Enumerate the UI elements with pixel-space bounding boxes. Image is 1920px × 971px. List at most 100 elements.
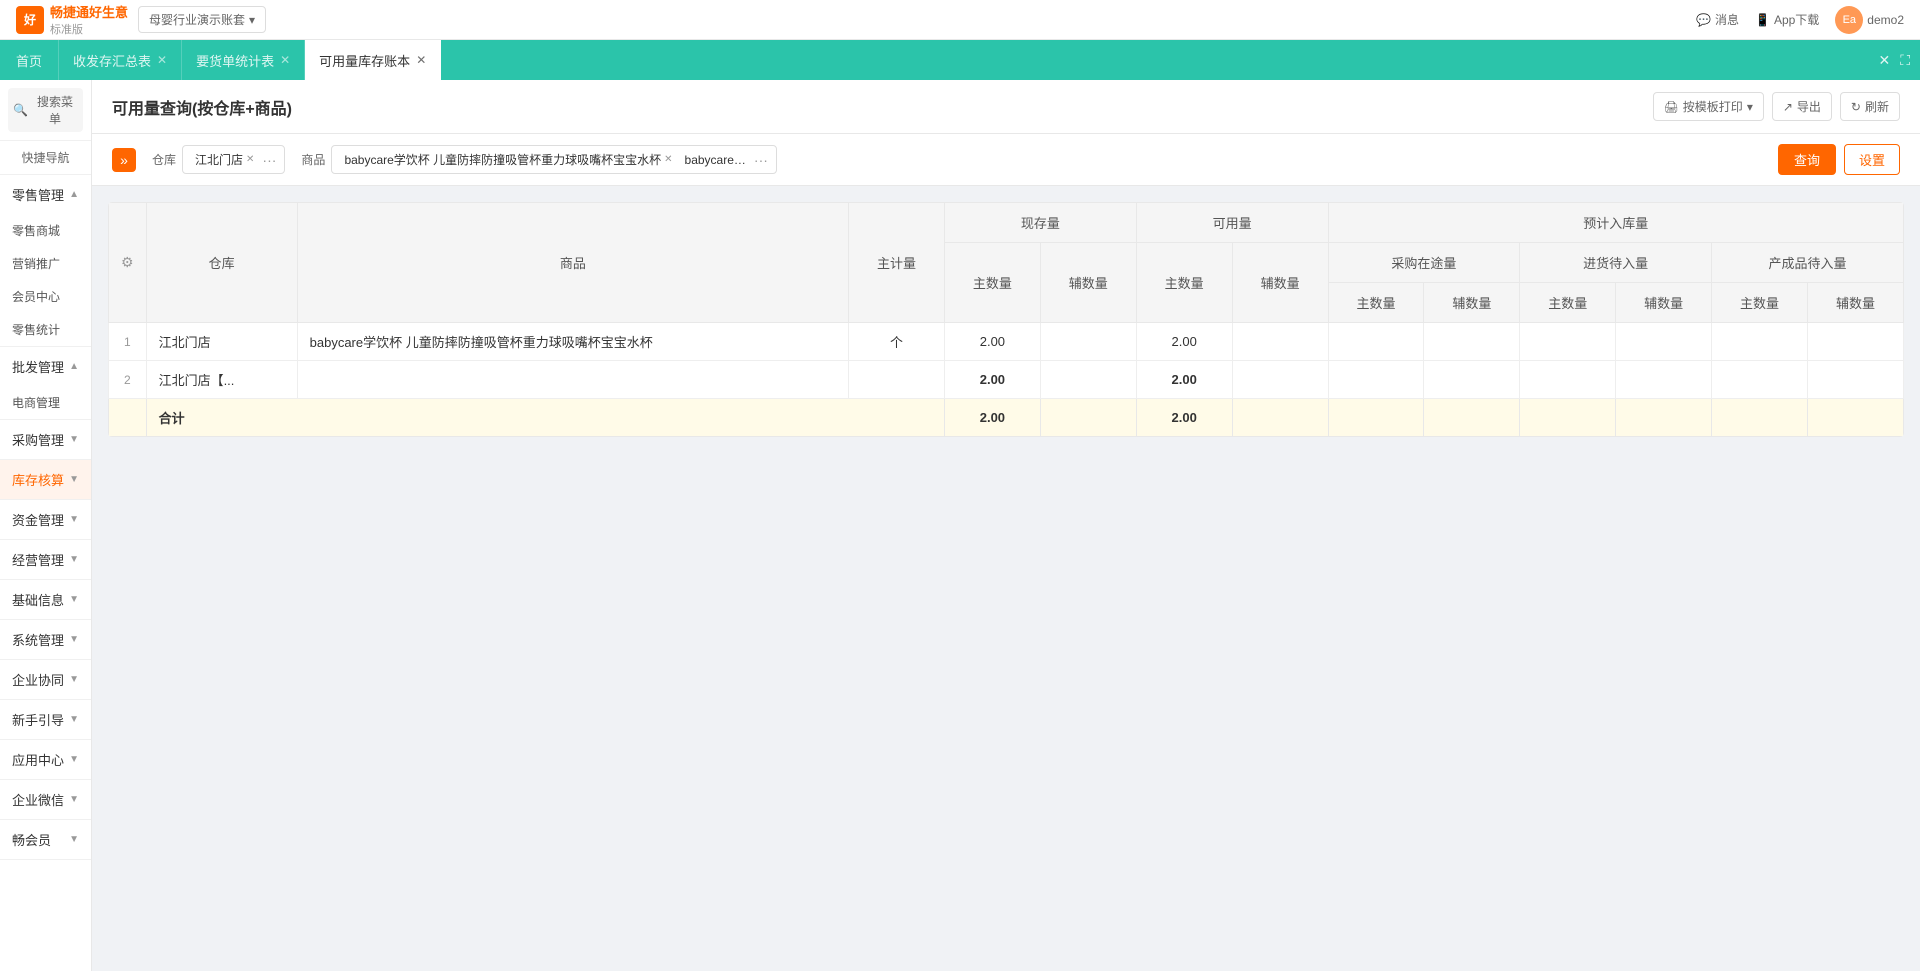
user-label: demo2 — [1867, 13, 1904, 27]
column-settings-icon[interactable]: ⚙ — [121, 254, 134, 270]
expand-window-btn[interactable]: ⛶ — [1900, 52, 1910, 69]
refresh-icon: ↻ — [1851, 100, 1861, 114]
chevron-member-icon: ▼ — [69, 834, 79, 845]
warehouse-filter-input[interactable]: 江北门店 ✕ ··· — [182, 145, 285, 174]
filter-row: » 仓库 江北门店 ✕ ··· 商品 babycare学饮杯 儿童防摔防撞吸管杯… — [92, 134, 1920, 186]
tab-home[interactable]: 首页 — [0, 40, 59, 80]
summary-purchase-aux — [1424, 399, 1520, 437]
sidebar-section-wholesale-header[interactable]: 批发管理 ▲ — [0, 347, 91, 386]
content-area: 可用量查询(按仓库+商品) 🖨 按模板打印 ▾ ↗ 导出 ↻ 刷新 — [92, 80, 1920, 971]
row-finished-main-2 — [1712, 361, 1808, 399]
logo-icon: 好 — [16, 6, 44, 34]
summary-row: 合计 2.00 2.00 — [109, 399, 1904, 437]
tab-receipts-close[interactable]: ✕ — [157, 53, 167, 67]
sidebar-section-wechat-header[interactable]: 企业微信 ▼ — [0, 780, 91, 819]
sidebar-item-marketing[interactable]: 营销推广 — [0, 247, 91, 280]
sidebar-section-operations-header[interactable]: 经营管理 ▼ — [0, 540, 91, 579]
warehouse-filter-label: 仓库 — [152, 151, 176, 168]
close-window-btn[interactable]: ✕ — [1878, 52, 1890, 69]
warehouse-tag-value: 江北门店 — [195, 151, 243, 168]
sidebar-section-purchase-header[interactable]: 采购管理 ▼ — [0, 420, 91, 459]
tab-home-label: 首页 — [16, 51, 42, 70]
filter-expand-btn[interactable]: » — [112, 148, 136, 172]
th-warehouse: 仓库 — [146, 203, 297, 323]
industry-selector[interactable]: 母婴行业演示账套 ▾ — [138, 6, 266, 33]
th-finished-aux: 辅数量 — [1807, 283, 1903, 323]
search-menu-label: 搜索菜单 — [32, 93, 78, 127]
row-available-aux-1 — [1232, 323, 1328, 361]
sidebar-section-inventory: 库存核算 ▼ — [0, 460, 91, 500]
row-purchase-aux-1 — [1424, 323, 1520, 361]
print-template-btn[interactable]: 🖨 按模板打印 ▾ — [1653, 92, 1764, 121]
summary-spacer-1 — [109, 399, 147, 437]
chevron-down-icon: ▾ — [249, 13, 255, 27]
row-purchase-main-1 — [1328, 323, 1424, 361]
chevron-system-icon: ▼ — [69, 634, 79, 645]
user-action[interactable]: Ea demo2 — [1835, 6, 1904, 34]
product-tag-1-close[interactable]: ✕ — [664, 154, 672, 165]
warehouse-more-icon[interactable]: ··· — [262, 152, 276, 168]
sidebar-section-enterprise: 企业协同 ▼ — [0, 660, 91, 700]
tab-available-stock-close[interactable]: ✕ — [416, 53, 426, 67]
sidebar-section-member-header[interactable]: 畅会员 ▼ — [0, 820, 91, 859]
quick-nav-btn[interactable]: 快捷导航 — [0, 141, 91, 175]
query-btn[interactable]: 查询 — [1778, 144, 1836, 175]
sidebar-item-retail-stats[interactable]: 零售统计 — [0, 313, 91, 346]
th-incoming-main: 主数量 — [1520, 283, 1616, 323]
page-actions: 🖨 按模板打印 ▾ ↗ 导出 ↻ 刷新 — [1653, 92, 1900, 121]
sidebar-section-inventory-header[interactable]: 库存核算 ▼ — [0, 460, 91, 499]
sidebar-apps-label: 应用中心 — [12, 750, 64, 769]
chevron-retail-icon: ▲ — [69, 189, 79, 200]
sidebar-item-members[interactable]: 会员中心 — [0, 280, 91, 313]
sidebar-item-ecommerce[interactable]: 电商管理 — [0, 386, 91, 419]
tab-order-stats-label: 要货单统计表 — [196, 51, 274, 70]
th-main-unit: 主计量 — [849, 203, 945, 323]
sidebar-item-retail-mall[interactable]: 零售商城 — [0, 214, 91, 247]
tab-available-stock[interactable]: 可用量库存账本 ✕ — [305, 40, 441, 80]
page-title: 可用量查询(按仓库+商品) — [112, 95, 292, 119]
sidebar-section-enterprise-header[interactable]: 企业协同 ▼ — [0, 660, 91, 699]
th-available-aux: 辅数量 — [1232, 243, 1328, 323]
product-more-icon[interactable]: ··· — [754, 152, 768, 168]
row-available-main-2: 2.00 — [1136, 361, 1232, 399]
export-btn[interactable]: ↗ 导出 — [1772, 92, 1832, 121]
nav-tabs: 首页 收发存汇总表 ✕ 要货单统计表 ✕ 可用量库存账本 ✕ ✕ ⛶ — [0, 40, 1920, 80]
tab-order-stats[interactable]: 要货单统计表 ✕ — [182, 40, 305, 80]
search-menu-btn[interactable]: 🔍 搜索菜单 — [8, 88, 83, 132]
product-filter-input[interactable]: babycare学饮杯 儿童防摔防撞吸管杯重力球吸嘴杯宝宝水杯 ✕ babyca… — [331, 145, 776, 174]
warehouse-tag-close[interactable]: ✕ — [246, 154, 254, 165]
th-incoming-aux: 辅数量 — [1616, 283, 1712, 323]
sidebar-section-basic-header[interactable]: 基础信息 ▼ — [0, 580, 91, 619]
message-action[interactable]: 💬 消息 — [1696, 11, 1739, 28]
top-bar: 好 畅捷通好生意 标准版 母婴行业演示账套 ▾ 💬 消息 📱 App下载 Ea … — [0, 0, 1920, 40]
sidebar-section-system-header[interactable]: 系统管理 ▼ — [0, 620, 91, 659]
tab-order-stats-close[interactable]: ✕ — [280, 53, 290, 67]
row-finished-main-1 — [1712, 323, 1808, 361]
th-finished-main: 主数量 — [1712, 283, 1808, 323]
sidebar-section-retail: 零售管理 ▲ 零售商城 营销推广 会员中心 零售统计 — [0, 175, 91, 347]
th-current-aux: 辅数量 — [1040, 243, 1136, 323]
th-available: 可用量 — [1136, 203, 1328, 243]
sidebar-section-finance-header[interactable]: 资金管理 ▼ — [0, 500, 91, 539]
sidebar-retail-label: 零售管理 — [12, 185, 64, 204]
sidebar-basic-label: 基础信息 — [12, 590, 64, 609]
sidebar-wechat-label: 企业微信 — [12, 790, 64, 809]
logo-area: 好 畅捷通好生意 标准版 — [16, 2, 128, 37]
tab-receipts[interactable]: 收发存汇总表 ✕ — [59, 40, 182, 80]
row-incoming-aux-2 — [1616, 361, 1712, 399]
refresh-btn[interactable]: ↻ 刷新 — [1840, 92, 1900, 121]
sidebar-section-newbie-header[interactable]: 新手引导 ▼ — [0, 700, 91, 739]
sidebar-section-finance: 资金管理 ▼ — [0, 500, 91, 540]
sidebar-section-apps-header[interactable]: 应用中心 ▼ — [0, 740, 91, 779]
product-tag-1: babycare学饮杯 儿童防摔防撞吸管杯重力球吸嘴杯宝宝水杯 ✕ — [340, 150, 676, 169]
nav-right-actions: ✕ ⛶ — [1868, 40, 1920, 80]
settings-btn[interactable]: 设置 — [1844, 144, 1900, 175]
sidebar-section-retail-header[interactable]: 零售管理 ▲ — [0, 175, 91, 214]
export-label: 导出 — [1797, 98, 1821, 115]
row-product-2 — [297, 361, 848, 399]
row-purchase-aux-2 — [1424, 361, 1520, 399]
sidebar-section-basic: 基础信息 ▼ — [0, 580, 91, 620]
app-download-action[interactable]: 📱 App下载 — [1755, 11, 1819, 28]
sidebar-enterprise-label: 企业协同 — [12, 670, 64, 689]
summary-finished-main — [1712, 399, 1808, 437]
